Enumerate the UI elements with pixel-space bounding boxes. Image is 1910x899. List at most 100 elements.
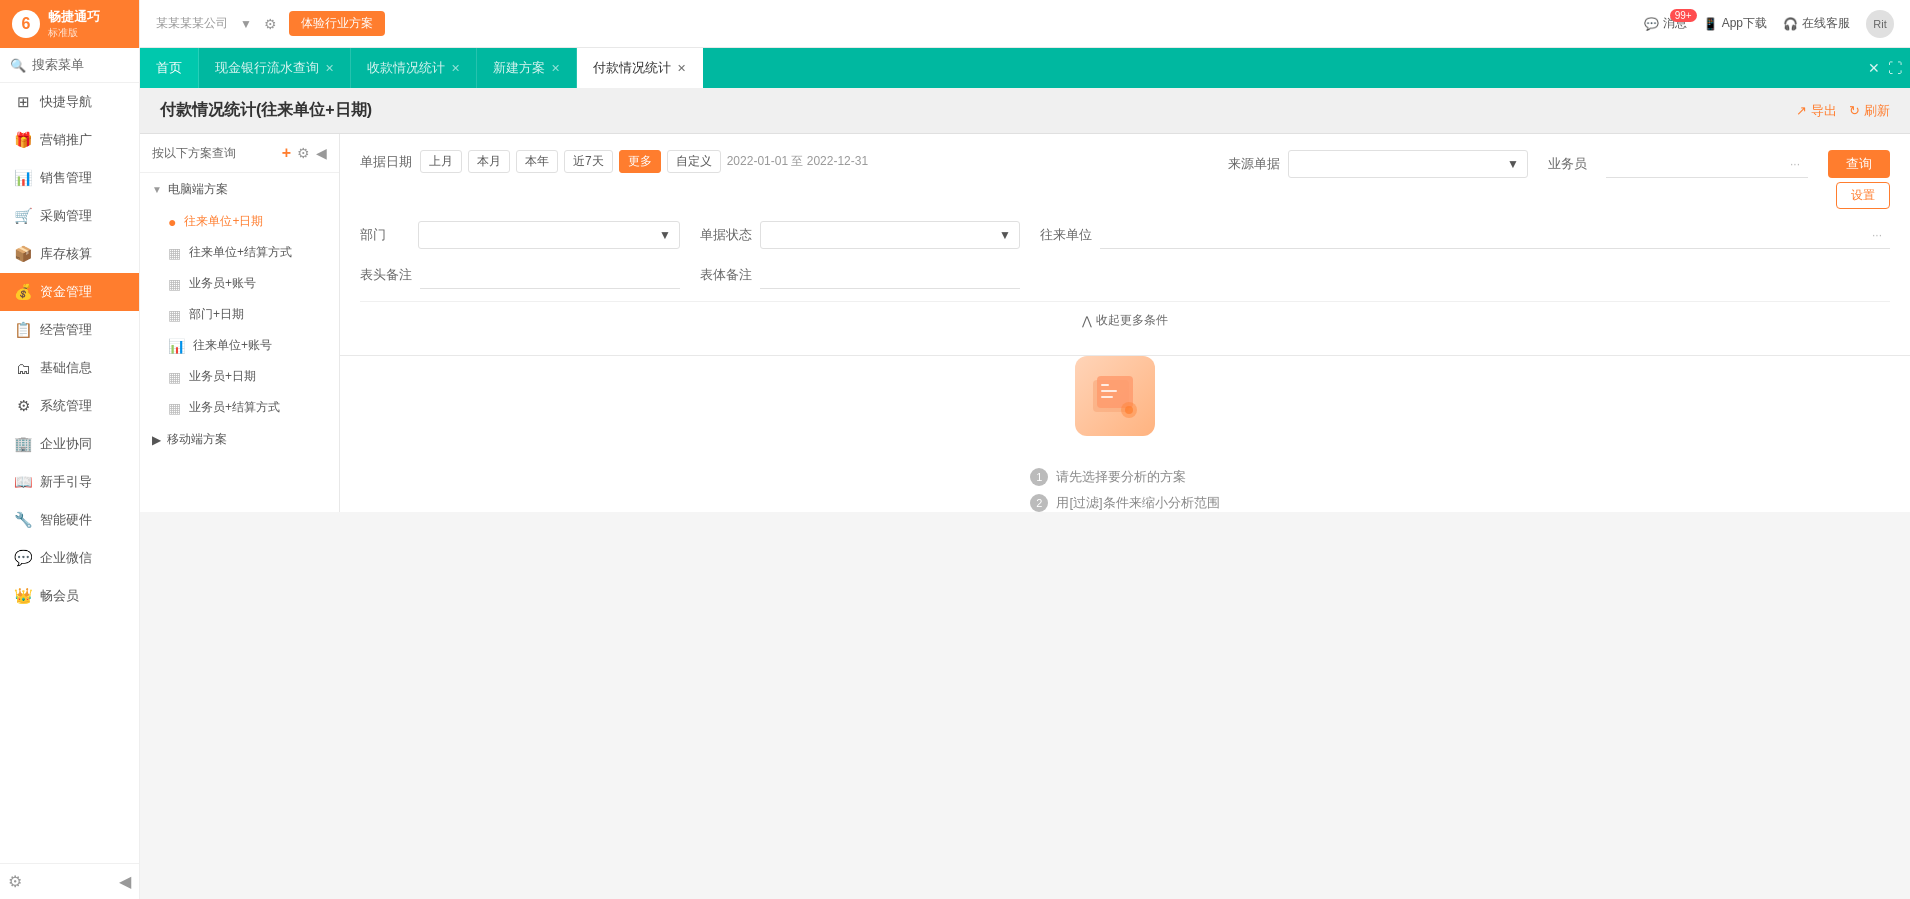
tab-bank-close[interactable]: ✕ (325, 62, 334, 75)
settings-btn[interactable]: 设置 (1836, 182, 1890, 209)
scheme-item-staff-settle[interactable]: ▦ 业务员+结算方式 (140, 392, 339, 423)
partner-label: 往来单位 (1040, 226, 1092, 244)
date-range-display: 2022-01-01 至 2022-12-31 (727, 153, 868, 170)
tip-num-2: 2 (1030, 494, 1048, 512)
tab-new[interactable]: 新建方案 ✕ (477, 48, 577, 88)
app-download-btn[interactable]: 📱 App下载 (1703, 15, 1767, 32)
svg-point-6 (1125, 406, 1133, 414)
sidebar-item-hardware[interactable]: 🔧 智能硬件 (0, 501, 139, 539)
tab-payment-close[interactable]: ✕ (677, 62, 686, 75)
scheme-collapse-icon[interactable]: ◀ (316, 145, 327, 161)
tab-close-icon[interactable]: ✕ (1868, 60, 1880, 76)
filter-staff: 业务员 ··· (1548, 150, 1808, 178)
scheme-settings-icon[interactable]: ⚙ (297, 145, 310, 161)
trial-btn[interactable]: 体验行业方案 (289, 11, 385, 36)
add-scheme-icon[interactable]: + (282, 144, 291, 162)
tab-bar: 首页 现金银行流水查询 ✕ 收款情况统计 ✕ 新建方案 ✕ 付款情况统计 ✕ ✕… (140, 48, 1910, 88)
online-service-btn[interactable]: 🎧 在线客服 (1783, 15, 1850, 32)
tab-income[interactable]: 收款情况统计 ✕ (351, 48, 477, 88)
sidebar-item-purchase[interactable]: 🛒 采购管理 (0, 197, 139, 235)
mobile-section-arrow-icon: ▶ (152, 433, 161, 447)
query-btn[interactable]: 查询 (1828, 150, 1890, 178)
search-menu[interactable]: 🔍 搜索菜单 (0, 48, 139, 83)
desktop-section[interactable]: ▼ 电脑端方案 (140, 173, 339, 206)
date-btn-last-month[interactable]: 上月 (420, 150, 462, 173)
sidebar-item-shortcut[interactable]: ⊞ 快捷导航 (0, 83, 139, 121)
gift-icon: 🎁 (14, 131, 32, 149)
dept-select[interactable]: ▼ (418, 221, 680, 249)
topbar: 某某某某公司 ▼ ⚙ 体验行业方案 💬 消息 99+ 📱 App下载 🎧 在线客… (140, 0, 1910, 48)
user-avatar[interactable]: Rit (1866, 10, 1894, 38)
tab-maximize-icon[interactable]: ⛶ (1888, 60, 1902, 76)
hardware-icon: 🔧 (14, 511, 32, 529)
sidebar-item-operations[interactable]: 📋 经营管理 (0, 311, 139, 349)
filter-source: 来源单据 ▼ (1228, 150, 1528, 178)
tab-income-close[interactable]: ✕ (451, 62, 460, 75)
system-icon: ⚙ (14, 397, 32, 415)
source-dropdown-icon: ▼ (1507, 157, 1519, 171)
filter-row-3: 表头备注 表体备注 (360, 261, 1890, 289)
operations-icon: 📋 (14, 321, 32, 339)
header-note-input[interactable] (420, 261, 680, 289)
tab-payment[interactable]: 付款情况统计 ✕ (577, 48, 703, 88)
sidebar-item-wechat[interactable]: 💬 企业微信 (0, 539, 139, 577)
scheme-item-dept-date[interactable]: ▦ 部门+日期 (140, 299, 339, 330)
member-icon: 👑 (14, 587, 32, 605)
body-wrap: 按以下方案查询 + ⚙ ◀ ▼ 电脑端方案 ● 往来单位+日期 ▦ (140, 134, 1910, 512)
voucher-status-select[interactable]: ▼ (760, 221, 1020, 249)
filter-body-note: 表体备注 (700, 261, 1020, 289)
collapse-btn[interactable]: ⋀ 收起更多条件 (1062, 306, 1188, 335)
scheme-panel: 按以下方案查询 + ⚙ ◀ ▼ 电脑端方案 ● 往来单位+日期 ▦ (140, 134, 340, 512)
logo-text: 畅捷通巧 标准版 (48, 8, 100, 40)
sidebar-item-member[interactable]: 👑 畅会员 (0, 577, 139, 615)
staff-select[interactable]: ··· (1606, 150, 1808, 178)
sidebar-item-basic[interactable]: 🗂 基础信息 (0, 349, 139, 387)
scheme-item-staff-date[interactable]: ▦ 业务员+日期 (140, 361, 339, 392)
tabs-right: ✕ ⛶ (1860, 48, 1910, 88)
date-btn-more[interactable]: 更多 (619, 150, 661, 173)
partner-select[interactable]: ··· (1100, 221, 1890, 249)
page-actions: ↗ 导出 ↻ 刷新 (1796, 102, 1890, 120)
date-btn-this-year[interactable]: 本年 (516, 150, 558, 173)
headset-icon: 🎧 (1783, 17, 1798, 31)
sidebar-item-guide[interactable]: 📖 新手引导 (0, 463, 139, 501)
scheme-item-partner-settle[interactable]: ▦ 往来单位+结算方式 (140, 237, 339, 268)
tab-bank[interactable]: 现金银行流水查询 ✕ (199, 48, 351, 88)
sidebar-item-company[interactable]: 🏢 企业协同 (0, 425, 139, 463)
inventory-icon: 📦 (14, 245, 32, 263)
collapse-sidebar-icon[interactable]: ◀ (119, 872, 131, 891)
guide-icon: 📖 (14, 473, 32, 491)
scheme-item-staff-account[interactable]: ▦ 业务员+账号 (140, 268, 339, 299)
dropdown-arrow-icon[interactable]: ▼ (240, 17, 252, 31)
empty-state: 1 请先选择要分析的方案 2 用[过滤]条件来缩小分析范围 (340, 356, 1910, 512)
sidebar-item-system[interactable]: ⚙ 系统管理 (0, 387, 139, 425)
content-area: 付款情况统计(往来单位+日期) ↗ 导出 ↻ 刷新 按以下方案查询 + (140, 88, 1910, 899)
date-group: 上月 本月 本年 近7天 更多 自定义 2022-01-01 至 2022-12… (420, 150, 868, 173)
tab-new-close[interactable]: ✕ (551, 62, 560, 75)
mobile-section[interactable]: ▶ 移动端方案 (140, 423, 339, 456)
source-select[interactable]: ▼ (1288, 150, 1528, 178)
date-btn-this-month[interactable]: 本月 (468, 150, 510, 173)
svg-rect-4 (1101, 396, 1113, 398)
date-btn-7days[interactable]: 近7天 (564, 150, 613, 173)
scheme-panel-actions: + ⚙ ◀ (282, 144, 327, 162)
refresh-btn[interactable]: ↻ 刷新 (1849, 102, 1890, 120)
sidebar-item-capital[interactable]: 💰 资金管理 (0, 273, 139, 311)
sidebar-item-inventory[interactable]: 📦 库存核算 (0, 235, 139, 273)
sidebar-item-sales[interactable]: 📊 销售管理 (0, 159, 139, 197)
date-btn-custom[interactable]: 自定义 (667, 150, 721, 173)
notice-btn[interactable]: 💬 消息 99+ (1644, 15, 1687, 32)
scheme-item-partner-account[interactable]: 📊 往来单位+账号 (140, 330, 339, 361)
settings-bottom-icon[interactable]: ⚙ (8, 872, 22, 891)
filter-row-2: 部门 ▼ 单据状态 ▼ (360, 221, 1890, 249)
header-note-label: 表头备注 (360, 266, 412, 284)
scheme-chart-icon: 📊 (168, 338, 185, 354)
export-btn[interactable]: ↗ 导出 (1796, 102, 1837, 120)
sidebar-item-marketing[interactable]: 🎁 营销推广 (0, 121, 139, 159)
tab-home[interactable]: 首页 (140, 48, 199, 88)
body-note-input[interactable] (760, 261, 1020, 289)
scheme-item-partner-date[interactable]: ● 往来单位+日期 (140, 206, 339, 237)
svg-rect-2 (1101, 384, 1109, 386)
topbar-gear-icon[interactable]: ⚙ (264, 16, 277, 32)
partner-dots-icon: ··· (1872, 228, 1882, 242)
